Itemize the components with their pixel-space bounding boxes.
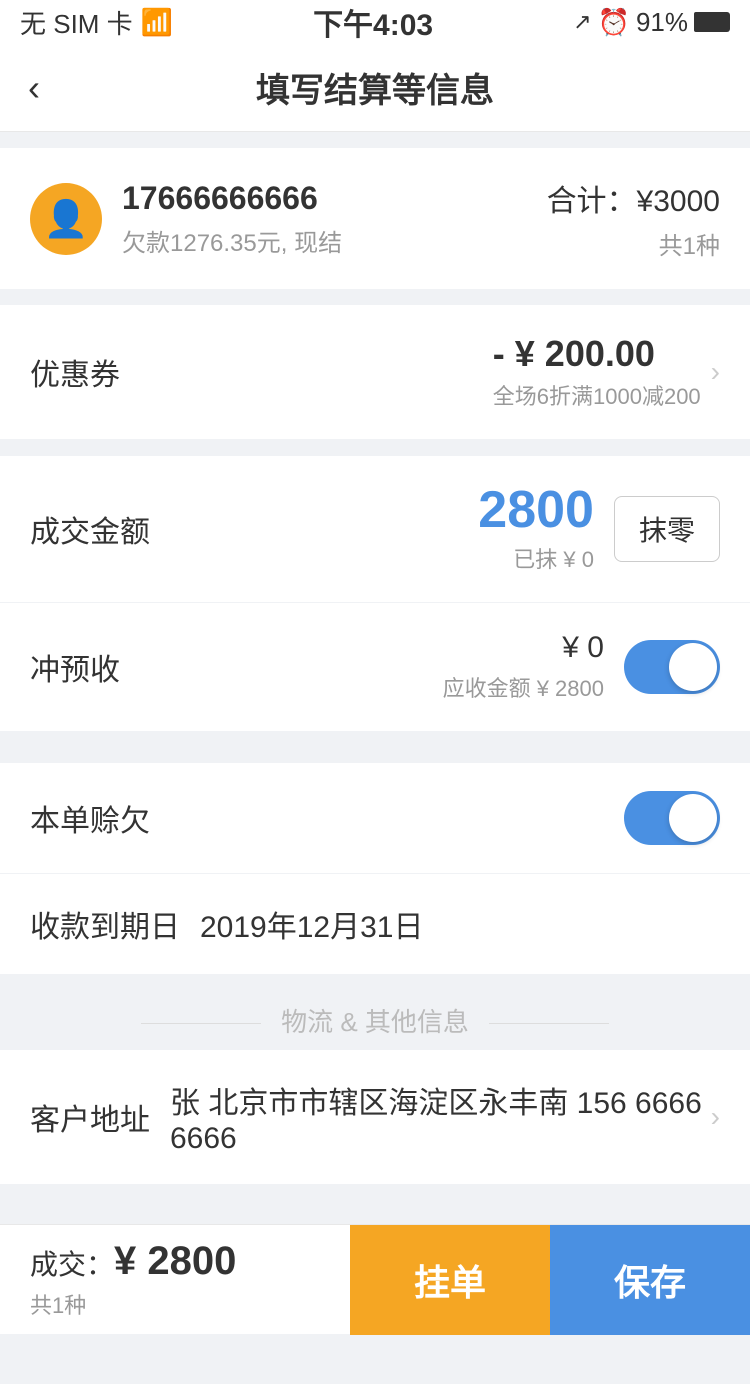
deal-amount-row: 成交金额 2800 已抹 ¥ 0 抹零 (0, 456, 750, 602)
battery-icon (694, 12, 730, 32)
deal-amount-right: 2800 已抹 ¥ 0 抹零 (478, 484, 720, 574)
duedate-row: 收款到期日 2019年12月31日 (0, 873, 750, 974)
address-chevron-icon: › (711, 1101, 720, 1133)
deferred-label: 本单赊欠 (30, 796, 150, 840)
pending-button[interactable]: 挂单 (350, 1225, 550, 1335)
customer-debt: 欠款1276.35元, 现结 (122, 223, 342, 258)
total-count: 共1种 (547, 226, 720, 261)
save-button[interactable]: 保存 (550, 1225, 750, 1335)
customer-left: 👤 17666666666 欠款1276.35元, 现结 (30, 180, 342, 258)
divider-2 (0, 440, 750, 456)
deal-amount-sub: 已抹 ¥ 0 (478, 542, 594, 574)
status-time: 下午4:03 (313, 0, 433, 44)
bottom-count: 共1种 (30, 1288, 320, 1320)
discount-row[interactable]: 优惠券 - ¥ 200.00 全场6折满1000减200 › (0, 305, 750, 440)
bottom-deal-label: 成交： (30, 1249, 114, 1280)
battery-text: 91% (636, 7, 688, 38)
deferred-row: 本单赊欠 (0, 763, 750, 873)
prepay-sub: 应收金额 ¥ 2800 (443, 671, 604, 703)
prepay-amount: ¥ 0 (443, 631, 604, 665)
discount-amount: - ¥ 200.00 (493, 333, 701, 375)
status-left: 无 SIM 卡 📶 (20, 4, 173, 41)
discount-right: - ¥ 200.00 全场6折满1000减200 › (493, 333, 720, 411)
chevron-right-icon: › (711, 356, 720, 388)
status-right: ↗ ⏰ 91% (573, 7, 730, 38)
discount-sub: 全场6折满1000减200 (493, 379, 701, 411)
carrier-text: 无 SIM 卡 (20, 4, 133, 41)
deferred-toggle[interactable] (624, 791, 720, 845)
alarm-icon: ⏰ (598, 7, 630, 38)
total-amount: 合计：¥3000 (547, 176, 720, 220)
logistics-divider: 物流 & 其他信息 (0, 990, 750, 1050)
deal-amount-label: 成交金额 (30, 507, 150, 551)
discount-label: 优惠券 (30, 350, 120, 394)
prepay-amount-block: ¥ 0 应收金额 ¥ 2800 (443, 631, 604, 703)
prepay-label: 冲预收 (30, 645, 120, 689)
toggle-knob (669, 643, 717, 691)
bottom-bar: 成交：¥ 2800 共1种 挂单 保存 (0, 1224, 750, 1334)
duedate-value: 2019年12月31日 (200, 902, 423, 946)
bottom-deal-line: 成交：¥ 2800 (30, 1239, 320, 1284)
bottom-summary: 成交：¥ 2800 共1种 (0, 1239, 350, 1320)
nav-title: 填写结算等信息 (256, 63, 494, 112)
customer-card: 👤 17666666666 欠款1276.35元, 现结 合计：¥3000 共1… (0, 148, 750, 289)
customer-info: 17666666666 欠款1276.35元, 现结 (122, 180, 342, 258)
logistics-title: 物流 & 其他信息 (121, 1002, 629, 1039)
address-label: 客户地址 (30, 1095, 150, 1139)
round-button[interactable]: 抹零 (614, 496, 720, 562)
deal-amount-value: 2800 (478, 484, 594, 536)
divider-1 (0, 289, 750, 305)
customer-phone: 17666666666 (122, 180, 342, 217)
prepay-row: 冲预收 ¥ 0 应收金额 ¥ 2800 (0, 602, 750, 731)
back-button[interactable]: ‹ (28, 67, 40, 109)
wifi-icon: 📶 (141, 7, 173, 38)
status-bar: 无 SIM 卡 📶 下午4:03 ↗ ⏰ 91% (0, 0, 750, 44)
location-icon: ↗ (573, 9, 591, 35)
duedate-label: 收款到期日 (30, 902, 180, 946)
divider-3 (0, 731, 750, 747)
avatar: 👤 (30, 183, 102, 255)
nav-bar: ‹ 填写结算等信息 (0, 44, 750, 132)
address-row[interactable]: 客户地址 张 北京市市辖区海淀区永丰南 156 6666 6666 › (0, 1050, 750, 1184)
prepay-right: ¥ 0 应收金额 ¥ 2800 (443, 631, 720, 703)
bottom-deal-amount: ¥ 2800 (114, 1239, 236, 1283)
deferred-toggle-knob (669, 794, 717, 842)
address-value: 张 北京市市辖区海淀区永丰南 156 6666 6666 (170, 1078, 711, 1156)
customer-total: 合计：¥3000 共1种 (547, 176, 720, 261)
prepay-toggle[interactable] (624, 640, 720, 694)
